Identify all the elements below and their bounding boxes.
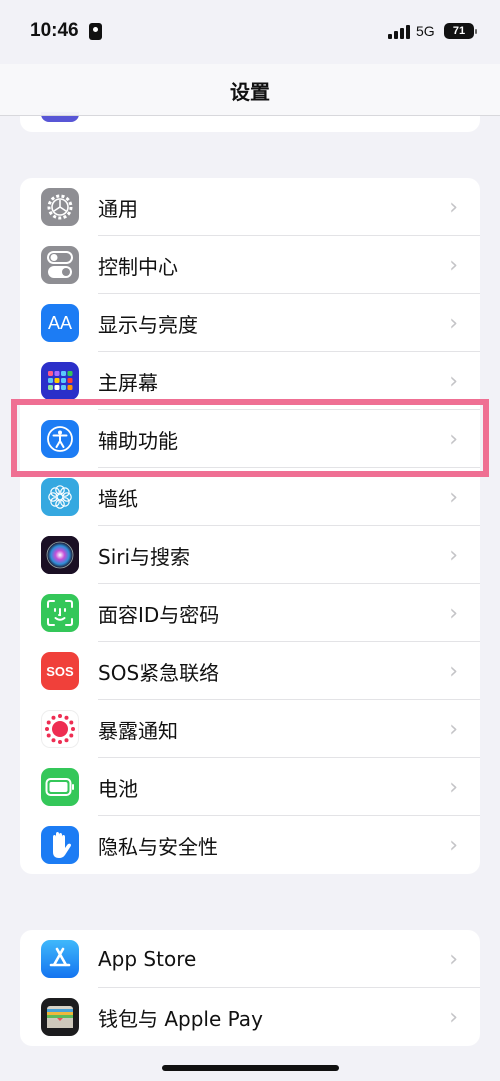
settings-row-privacy[interactable]: 隐私与安全性 ›: [20, 816, 480, 874]
settings-row-wallet[interactable]: 钱包与 Apple Pay ›: [20, 988, 480, 1046]
chevron-right-icon: ›: [449, 716, 458, 742]
chevron-right-icon: ›: [449, 484, 458, 510]
settings-row-label: 显示与亮度: [98, 312, 198, 337]
settings-row-app-store[interactable]: App Store ›: [20, 930, 480, 988]
settings-row-label: 隐私与安全性: [98, 834, 218, 859]
settings-row-label: SOS紧急联络: [98, 660, 220, 685]
gear-icon: [41, 188, 79, 226]
app-store-icon: [41, 940, 79, 978]
hand-icon: [41, 826, 79, 864]
settings-group-store: App Store › 钱包与 Apple Pay ›: [20, 930, 480, 1046]
sos-icon: SOS: [41, 652, 79, 690]
chevron-right-icon: ›: [449, 194, 458, 220]
accessibility-icon: [41, 420, 79, 458]
settings-row-battery[interactable]: 电池 ›: [20, 758, 480, 816]
chevron-right-icon: ›: [449, 542, 458, 568]
chevron-right-icon: ›: [449, 310, 458, 336]
settings-row-label: 暴露通知: [98, 718, 178, 743]
settings-group-main: 通用 › 控制中心 › AA 显示与亮度 › 主屏幕 › 辅助功能 › 墙纸 › Siri与搜索 › 面容ID…: [20, 178, 480, 874]
chevron-right-icon: ›: [449, 832, 458, 858]
toggles-icon: [41, 246, 79, 284]
settings-row-accessibility[interactable]: 辅助功能 ›: [20, 410, 480, 468]
home-grid-icon: [41, 362, 79, 400]
settings-row-general[interactable]: 通用 ›: [20, 178, 480, 236]
settings-row-label: 主屏幕: [98, 370, 158, 395]
wallet-icon: [41, 998, 79, 1036]
settings-row-display[interactable]: AA 显示与亮度 ›: [20, 294, 480, 352]
status-bar: 10:46 5G 71: [0, 0, 500, 64]
settings-row-siri[interactable]: Siri与搜索 ›: [20, 526, 480, 584]
settings-row-label: 辅助功能: [98, 428, 178, 453]
settings-row-exposure[interactable]: 暴露通知 ›: [20, 700, 480, 758]
chevron-right-icon: ›: [449, 774, 458, 800]
settings-row-label: App Store: [98, 947, 197, 971]
status-time: 10:46: [30, 20, 79, 41]
settings-row-control-center[interactable]: 控制中心 ›: [20, 236, 480, 294]
home-indicator[interactable]: [162, 1065, 339, 1071]
chevron-right-icon: ›: [449, 946, 458, 972]
chevron-right-icon: ›: [449, 658, 458, 684]
cellular-signal-icon: [388, 25, 410, 39]
chevron-right-icon: ›: [449, 368, 458, 394]
settings-row-label: 钱包与 Apple Pay: [98, 1006, 263, 1031]
exposure-icon: [41, 710, 79, 748]
face-id-icon: [41, 594, 79, 632]
focus-badge-icon: [89, 23, 102, 40]
network-type: 5G: [416, 23, 435, 39]
settings-row-label: 电池: [98, 776, 138, 801]
siri-icon: [41, 536, 79, 574]
page-title: 设置: [230, 80, 270, 104]
text-size-icon: AA: [41, 304, 79, 342]
settings-row-label: 面容ID与密码: [98, 602, 220, 627]
battery-icon: [41, 768, 79, 806]
chevron-right-icon: ›: [449, 1004, 458, 1030]
settings-row-face-id[interactable]: 面容ID与密码 ›: [20, 584, 480, 642]
settings-row-label: 控制中心: [98, 254, 178, 279]
settings-row-label: 墙纸: [98, 486, 138, 511]
chevron-right-icon: ›: [449, 252, 458, 278]
flower-icon: [41, 478, 79, 516]
settings-row-wallpaper[interactable]: 墙纸 ›: [20, 468, 480, 526]
settings-row-label: 通用: [98, 196, 138, 221]
settings-row-home-screen[interactable]: 主屏幕 ›: [20, 352, 480, 410]
settings-row-sos[interactable]: SOS SOS紧急联络 ›: [20, 642, 480, 700]
navigation-bar: 设置: [0, 64, 500, 116]
settings-row-label: Siri与搜索: [98, 544, 191, 569]
chevron-right-icon: ›: [449, 426, 458, 452]
chevron-right-icon: ›: [449, 600, 458, 626]
battery-indicator: 71: [444, 23, 477, 39]
